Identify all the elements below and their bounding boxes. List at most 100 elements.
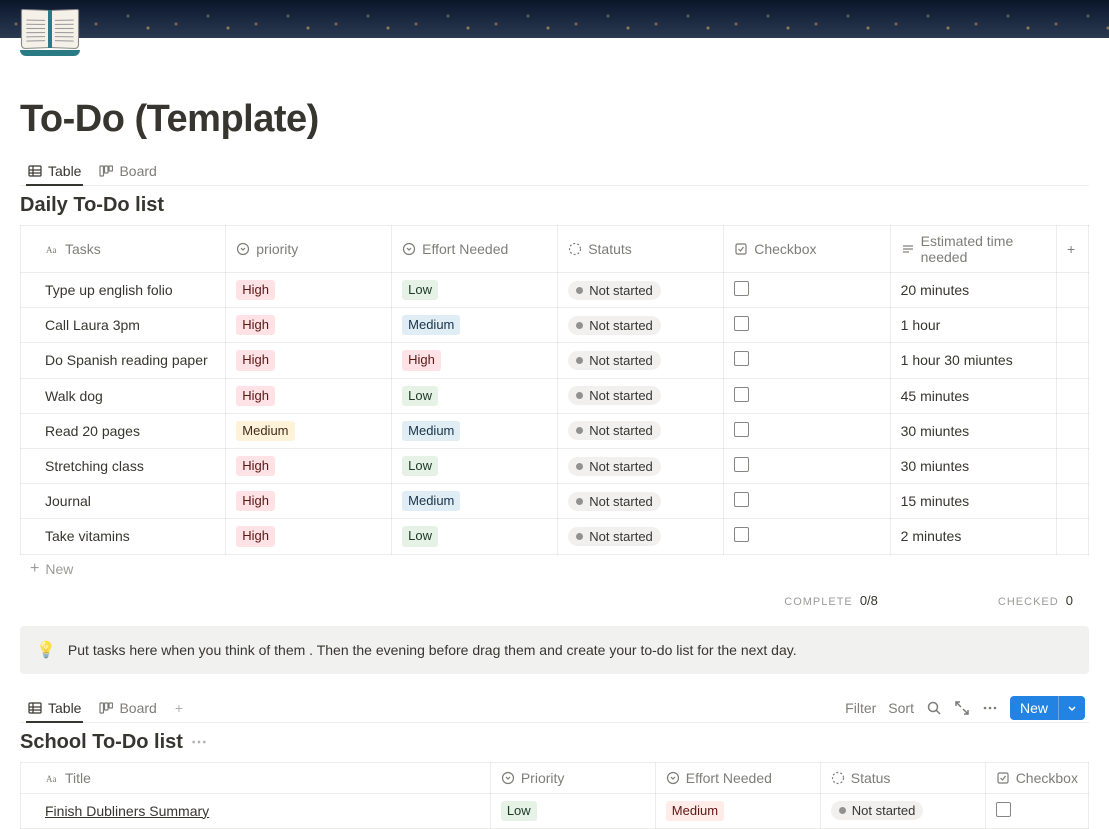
checkbox-cell[interactable] — [724, 484, 890, 519]
col-title[interactable]: AaTitle — [21, 762, 491, 793]
tab-board[interactable]: Board — [91, 157, 164, 185]
priority-cell[interactable]: High — [226, 519, 392, 554]
task-cell[interactable]: Read 20 pages — [21, 413, 226, 448]
time-cell[interactable]: 20 minutes — [890, 273, 1056, 308]
page-title[interactable]: To-Do (Template) — [20, 98, 1089, 141]
col-status[interactable]: Statuts — [558, 226, 724, 273]
more-icon[interactable] — [982, 700, 998, 716]
status-cell[interactable]: Not started — [558, 343, 724, 378]
task-cell[interactable]: Call Laura 3pm — [21, 308, 226, 343]
checkbox-cell[interactable] — [724, 308, 890, 343]
status-cell[interactable]: Not started — [558, 378, 724, 413]
col-checkbox[interactable]: Checkbox — [724, 226, 890, 273]
checkbox-input[interactable] — [734, 316, 749, 331]
effort-cell[interactable]: Medium — [392, 484, 558, 519]
priority-cell[interactable]: High — [226, 378, 392, 413]
effort-cell[interactable]: Medium — [655, 793, 820, 828]
checkbox-cell[interactable] — [724, 343, 890, 378]
checkbox-input[interactable] — [734, 387, 749, 402]
col-effort[interactable]: Effort Needed — [392, 226, 558, 273]
status-cell[interactable]: Not started — [820, 793, 985, 828]
effort-cell[interactable]: Low — [392, 378, 558, 413]
effort-cell[interactable]: Low — [392, 273, 558, 308]
tab-board-school[interactable]: Board — [91, 694, 164, 722]
priority-cell[interactable]: High — [226, 448, 392, 483]
col-estimated[interactable]: Estimated time needed — [890, 226, 1056, 273]
status-cell[interactable]: Not started — [558, 308, 724, 343]
tab-table-school[interactable]: Table — [20, 694, 89, 722]
page-icon[interactable] — [20, 10, 80, 60]
checkbox-input[interactable] — [734, 281, 749, 296]
task-cell[interactable]: Journal — [21, 484, 226, 519]
task-cell[interactable]: Stretching class — [21, 448, 226, 483]
table-row[interactable]: Take vitamins High Low Not started 2 min… — [21, 519, 1089, 554]
search-icon[interactable] — [926, 700, 942, 716]
status-cell[interactable]: Not started — [558, 273, 724, 308]
task-cell[interactable]: Walk dog — [21, 378, 226, 413]
priority-cell[interactable]: High — [226, 343, 392, 378]
priority-cell[interactable]: High — [226, 273, 392, 308]
effort-cell[interactable]: Medium — [392, 308, 558, 343]
status-cell[interactable]: Not started — [558, 413, 724, 448]
checkbox-input[interactable] — [734, 527, 749, 542]
table-row[interactable]: Journal High Medium Not started 15 minut… — [21, 484, 1089, 519]
effort-cell[interactable]: High — [392, 343, 558, 378]
checkbox-cell[interactable] — [724, 378, 890, 413]
time-cell[interactable]: 30 miuntes — [890, 448, 1056, 483]
time-cell[interactable]: 15 minutes — [890, 484, 1056, 519]
filter-button[interactable]: Filter — [845, 700, 876, 716]
col-priority[interactable]: priority — [226, 226, 392, 273]
chevron-down-icon[interactable] — [1058, 696, 1085, 720]
checkbox-input[interactable] — [734, 351, 749, 366]
priority-cell[interactable]: High — [226, 308, 392, 343]
col-tasks[interactable]: AaTasks — [21, 226, 226, 273]
title-cell[interactable]: Finish Dubliners Summary — [21, 793, 491, 828]
table-row[interactable]: Stretching class High Low Not started 30… — [21, 448, 1089, 483]
priority-cell[interactable]: Medium — [226, 413, 392, 448]
tab-table[interactable]: Table — [20, 157, 89, 185]
checkbox-input[interactable] — [996, 802, 1011, 817]
table-row[interactable]: Read 20 pages Medium Medium Not started … — [21, 413, 1089, 448]
effort-cell[interactable]: Low — [392, 519, 558, 554]
checkbox-input[interactable] — [734, 422, 749, 437]
time-cell[interactable]: 30 miuntes — [890, 413, 1056, 448]
time-cell[interactable]: 1 hour — [890, 308, 1056, 343]
col-checkbox-school[interactable]: Checkbox — [985, 762, 1088, 793]
time-cell[interactable]: 45 minutes — [890, 378, 1056, 413]
col-effort-school[interactable]: Effort Needed — [655, 762, 820, 793]
callout-block[interactable]: 💡 Put tasks here when you think of them … — [20, 626, 1089, 674]
daily-section-title[interactable]: Daily To-Do list — [20, 194, 1089, 217]
time-cell[interactable]: 1 hour 30 miuntes — [890, 343, 1056, 378]
add-column[interactable]: + — [1057, 226, 1089, 273]
status-cell[interactable]: Not started — [558, 519, 724, 554]
checkbox-input[interactable] — [734, 492, 749, 507]
col-status-school[interactable]: Status — [820, 762, 985, 793]
task-cell[interactable]: Take vitamins — [21, 519, 226, 554]
task-cell[interactable]: Type up english folio — [21, 273, 226, 308]
effort-cell[interactable]: Low — [392, 448, 558, 483]
section-menu-icon[interactable]: ⋯ — [191, 732, 207, 752]
table-row[interactable]: Walk dog High Low Not started 45 minutes — [21, 378, 1089, 413]
task-cell[interactable]: Do Spanish reading paper — [21, 343, 226, 378]
table-row[interactable]: Do Spanish reading paper High High Not s… — [21, 343, 1089, 378]
table-row[interactable]: Finish Dubliners Summary Low Medium Not … — [21, 793, 1089, 828]
school-section-title[interactable]: School To-Do list ⋯ — [20, 731, 1089, 754]
status-cell[interactable]: Not started — [558, 484, 724, 519]
expand-icon[interactable] — [954, 700, 970, 716]
checkbox-cell[interactable] — [724, 413, 890, 448]
new-row-button[interactable]: + New — [20, 555, 1089, 583]
checkbox-input[interactable] — [734, 457, 749, 472]
priority-cell[interactable]: Low — [490, 793, 655, 828]
checkbox-cell[interactable] — [724, 519, 890, 554]
add-view-button[interactable]: + — [167, 696, 191, 720]
sort-button[interactable]: Sort — [888, 700, 914, 716]
col-priority-school[interactable]: Priority — [490, 762, 655, 793]
table-row[interactable]: Call Laura 3pm High Medium Not started 1… — [21, 308, 1089, 343]
effort-cell[interactable]: Medium — [392, 413, 558, 448]
checkbox-cell[interactable] — [724, 273, 890, 308]
table-row[interactable]: Type up english folio High Low Not start… — [21, 273, 1089, 308]
time-cell[interactable]: 2 minutes — [890, 519, 1056, 554]
checkbox-cell[interactable] — [724, 448, 890, 483]
new-button[interactable]: New — [1010, 696, 1085, 720]
status-cell[interactable]: Not started — [558, 448, 724, 483]
